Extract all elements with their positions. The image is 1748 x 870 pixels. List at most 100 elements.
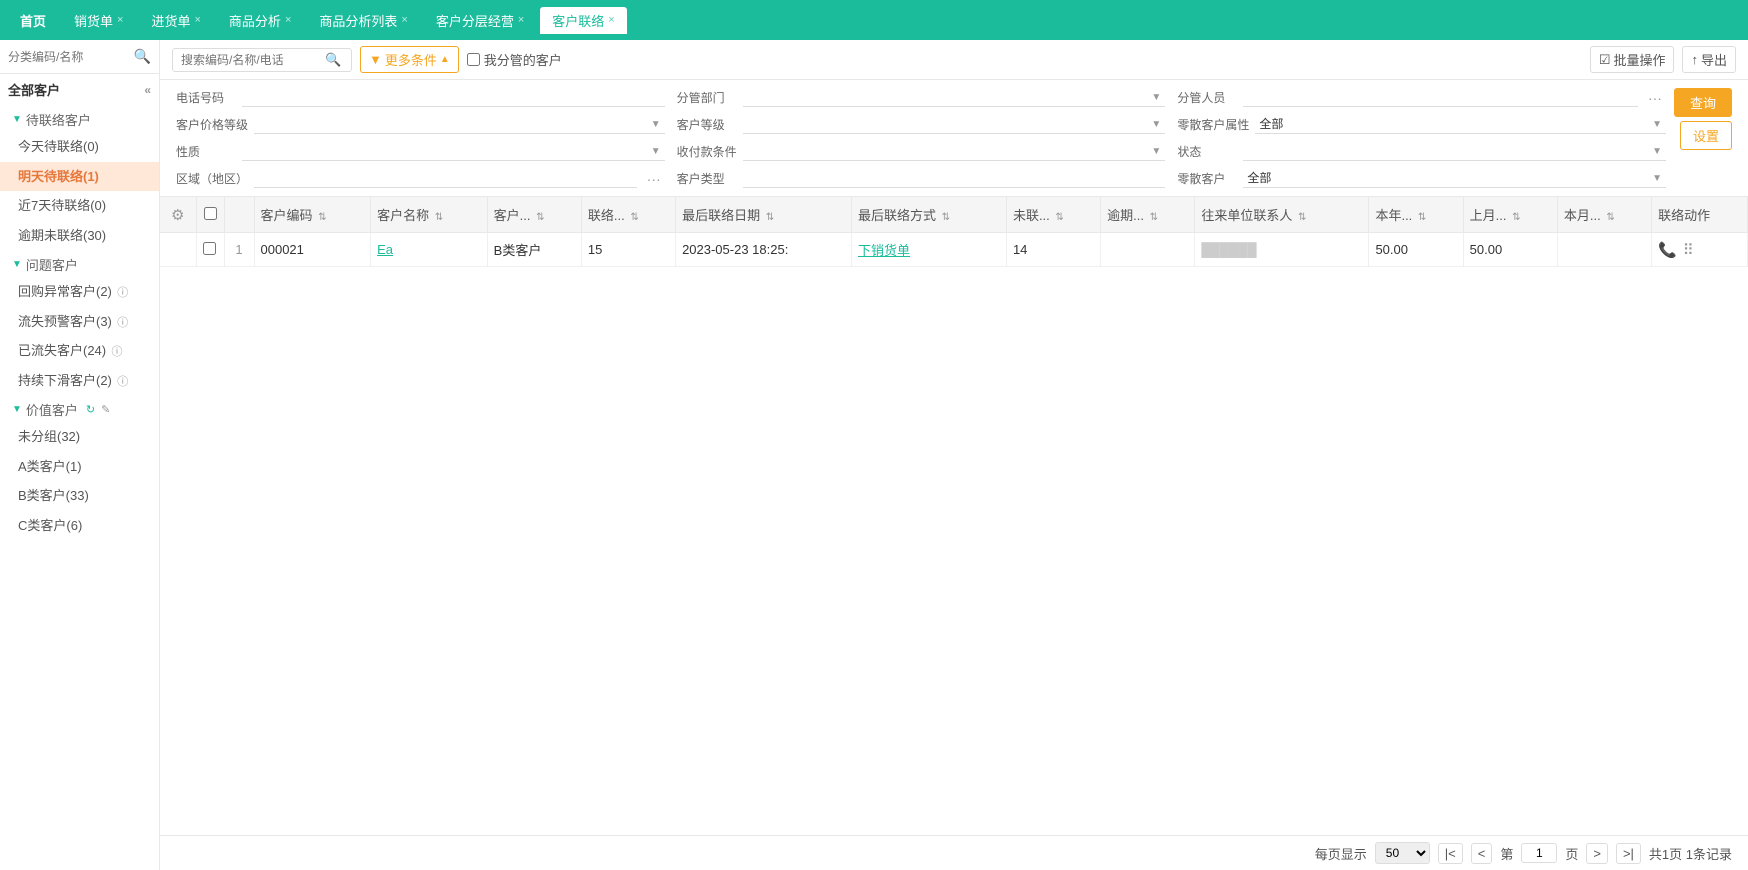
status-select[interactable] bbox=[1243, 142, 1666, 160]
sort-overdue-icon: ⇅ bbox=[1150, 212, 1158, 223]
nav-close-product-list[interactable]: × bbox=[401, 14, 407, 26]
all-customers-title[interactable]: 全部客户 « bbox=[0, 74, 159, 105]
th-name[interactable]: 客户名称 ⇅ bbox=[371, 197, 488, 233]
region-input[interactable] bbox=[254, 169, 637, 188]
sidebar-search-input[interactable] bbox=[8, 50, 130, 64]
nav-home[interactable]: 首页 bbox=[8, 7, 58, 34]
th-contacts[interactable]: 联络... ⇅ bbox=[581, 197, 675, 233]
problem-group-title[interactable]: ▼ 问题客户 bbox=[0, 250, 159, 277]
filter-search-icon[interactable]: 🔍 bbox=[325, 52, 341, 68]
row-settings-0 bbox=[160, 233, 196, 267]
row-person-0: ██████ bbox=[1195, 233, 1369, 267]
nav-sales-order[interactable]: 销货单 × bbox=[62, 7, 135, 34]
sidebar-declining[interactable]: 持续下滑客户(2) ⓘ bbox=[0, 366, 159, 396]
last-page-button[interactable]: >| bbox=[1616, 843, 1641, 864]
row-check-0[interactable] bbox=[203, 242, 216, 255]
page-size-select[interactable]: 50 10 20 100 bbox=[1375, 842, 1430, 864]
nav-customer-tier[interactable]: 客户分层经营 × bbox=[424, 7, 536, 34]
more-filter-button[interactable]: ▼ 更多条件 ▲ bbox=[360, 46, 459, 73]
nav-product-analysis-list[interactable]: 商品分析列表 × bbox=[307, 7, 419, 34]
th-last-date[interactable]: 最后联络日期 ⇅ bbox=[676, 197, 852, 233]
sidebar-7day-contact[interactable]: 近7天待联络(0) bbox=[0, 191, 159, 221]
th-overdue[interactable]: 逾期... ⇅ bbox=[1101, 197, 1195, 233]
region-dots[interactable]: ··· bbox=[643, 171, 665, 187]
settings-button[interactable]: 设置 bbox=[1680, 121, 1732, 150]
th-this-month[interactable]: 本月... ⇅ bbox=[1557, 197, 1651, 233]
th-checkbox[interactable] bbox=[196, 197, 224, 233]
nav-close-product-analysis[interactable]: × bbox=[285, 14, 291, 26]
sidebar-a-class[interactable]: A类客户(1) bbox=[0, 452, 159, 482]
filter-manager: 分管人员 ··· bbox=[1177, 88, 1666, 107]
row-last-date-0: 2023-05-23 18:25: bbox=[676, 233, 852, 267]
sidebar-today-contact[interactable]: 今天待联络(0) bbox=[0, 132, 159, 162]
manager-dots[interactable]: ··· bbox=[1644, 90, 1666, 106]
sidebar-repurchase-abnormal[interactable]: 回购异常客户(2) ⓘ bbox=[0, 277, 159, 307]
sort-date-icon: ⇅ bbox=[766, 212, 774, 223]
filter-search-box: 🔍 bbox=[172, 48, 352, 72]
payment-select[interactable] bbox=[743, 142, 1166, 160]
manager-input[interactable] bbox=[1243, 88, 1638, 107]
filter-region: 区域（地区） ··· bbox=[176, 169, 665, 188]
retail-select[interactable]: 全部 bbox=[1243, 169, 1666, 187]
sidebar-search-icon[interactable]: 🔍 bbox=[134, 48, 151, 65]
nav-close-sales-order[interactable]: × bbox=[117, 14, 123, 26]
row-type-0: B类客户 bbox=[487, 233, 581, 267]
export-button[interactable]: ↑ 导出 bbox=[1682, 46, 1736, 73]
sidebar-ungrouped[interactable]: 未分组(32) bbox=[0, 422, 159, 452]
pending-group-title[interactable]: ▼ 待联络客户 bbox=[0, 105, 159, 132]
nav-purchase-order[interactable]: 进货单 × bbox=[139, 7, 212, 34]
nature-select[interactable] bbox=[242, 142, 665, 160]
batch-op-button[interactable]: ☑ 批量操作 bbox=[1590, 46, 1675, 73]
customer-level-select[interactable] bbox=[743, 115, 1166, 133]
nav-close-customer-contact[interactable]: × bbox=[608, 14, 614, 26]
sidebar-search-area: 🔍 bbox=[0, 40, 159, 74]
phone-input[interactable] bbox=[242, 88, 665, 107]
th-person[interactable]: 往来单位联系人 ⇅ bbox=[1195, 197, 1369, 233]
action-grid-icon-0[interactable]: ⠿ bbox=[1683, 241, 1694, 259]
query-button[interactable]: 查询 bbox=[1674, 88, 1732, 117]
info-icon-0: ⓘ bbox=[117, 287, 128, 299]
th-this-year[interactable]: 本年... ⇅ bbox=[1369, 197, 1463, 233]
my-customers-checkbox[interactable] bbox=[467, 53, 480, 66]
sidebar-tomorrow-contact[interactable]: 明天待联络(1) bbox=[0, 162, 159, 192]
row-last-method-0[interactable]: 下销货单 bbox=[852, 233, 1007, 267]
next-page-button[interactable]: > bbox=[1586, 843, 1608, 864]
sidebar-overdue-contact[interactable]: 逾期未联络(30) bbox=[0, 221, 159, 251]
row-name-0[interactable]: Ea bbox=[371, 233, 488, 267]
th-last-month[interactable]: 上月... ⇅ bbox=[1463, 197, 1557, 233]
first-page-button[interactable]: |< bbox=[1438, 843, 1463, 864]
th-code[interactable]: 客户编码 ⇅ bbox=[254, 197, 371, 233]
retail-attr-select[interactable]: 全部 bbox=[1255, 115, 1666, 133]
prev-page-button[interactable]: < bbox=[1471, 843, 1493, 864]
nav-close-purchase[interactable]: × bbox=[194, 14, 200, 26]
filter-icon: ▼ bbox=[369, 52, 382, 67]
price-level-select[interactable] bbox=[254, 115, 665, 133]
nav-product-analysis[interactable]: 商品分析 × bbox=[217, 7, 303, 34]
action-phone-icon-0[interactable]: 📞 bbox=[1658, 241, 1677, 259]
sidebar-c-class[interactable]: C类客户(6) bbox=[0, 511, 159, 541]
edit-icon[interactable]: ✎ bbox=[101, 403, 110, 416]
th-last-method[interactable]: 最后联络方式 ⇅ bbox=[852, 197, 1007, 233]
th-type[interactable]: 客户... ⇅ bbox=[487, 197, 581, 233]
th-no-contact[interactable]: 未联... ⇅ bbox=[1006, 197, 1100, 233]
th-action[interactable]: 联络动作 bbox=[1652, 197, 1748, 233]
sidebar-churned[interactable]: 已流失客户(24) ⓘ bbox=[0, 336, 159, 366]
main-layout: 🔍 全部客户 « ▼ 待联络客户 今天待联络(0) 明天待联络(1) 近7天待联… bbox=[0, 40, 1748, 870]
th-settings[interactable]: ⚙ bbox=[160, 197, 196, 233]
nav-close-customer-tier[interactable]: × bbox=[518, 14, 524, 26]
row-checkbox-0[interactable] bbox=[196, 233, 224, 267]
my-customers-checkbox-wrap[interactable]: 我分管的客户 bbox=[467, 50, 562, 69]
settings-gear-icon[interactable]: ⚙ bbox=[171, 207, 184, 224]
refresh-icon[interactable]: ↻ bbox=[86, 403, 95, 416]
filter-search-input[interactable] bbox=[181, 53, 321, 67]
nav-customer-contact[interactable]: 客户联络 × bbox=[540, 7, 626, 34]
sidebar-churn-warning[interactable]: 流失预警客户(3) ⓘ bbox=[0, 307, 159, 337]
sidebar-b-class[interactable]: B类客户(33) bbox=[0, 481, 159, 511]
filter-bar-right: ☑ 批量操作 ↑ 导出 bbox=[1590, 46, 1736, 73]
select-all-checkbox[interactable] bbox=[204, 207, 217, 220]
customer-type-input[interactable] bbox=[743, 169, 1166, 188]
dept-select[interactable] bbox=[743, 88, 1166, 106]
value-group-title[interactable]: ▼ 价值客户 ↻ ✎ bbox=[0, 395, 159, 422]
collapse-icon: « bbox=[144, 83, 151, 97]
page-number-input[interactable] bbox=[1521, 843, 1557, 863]
